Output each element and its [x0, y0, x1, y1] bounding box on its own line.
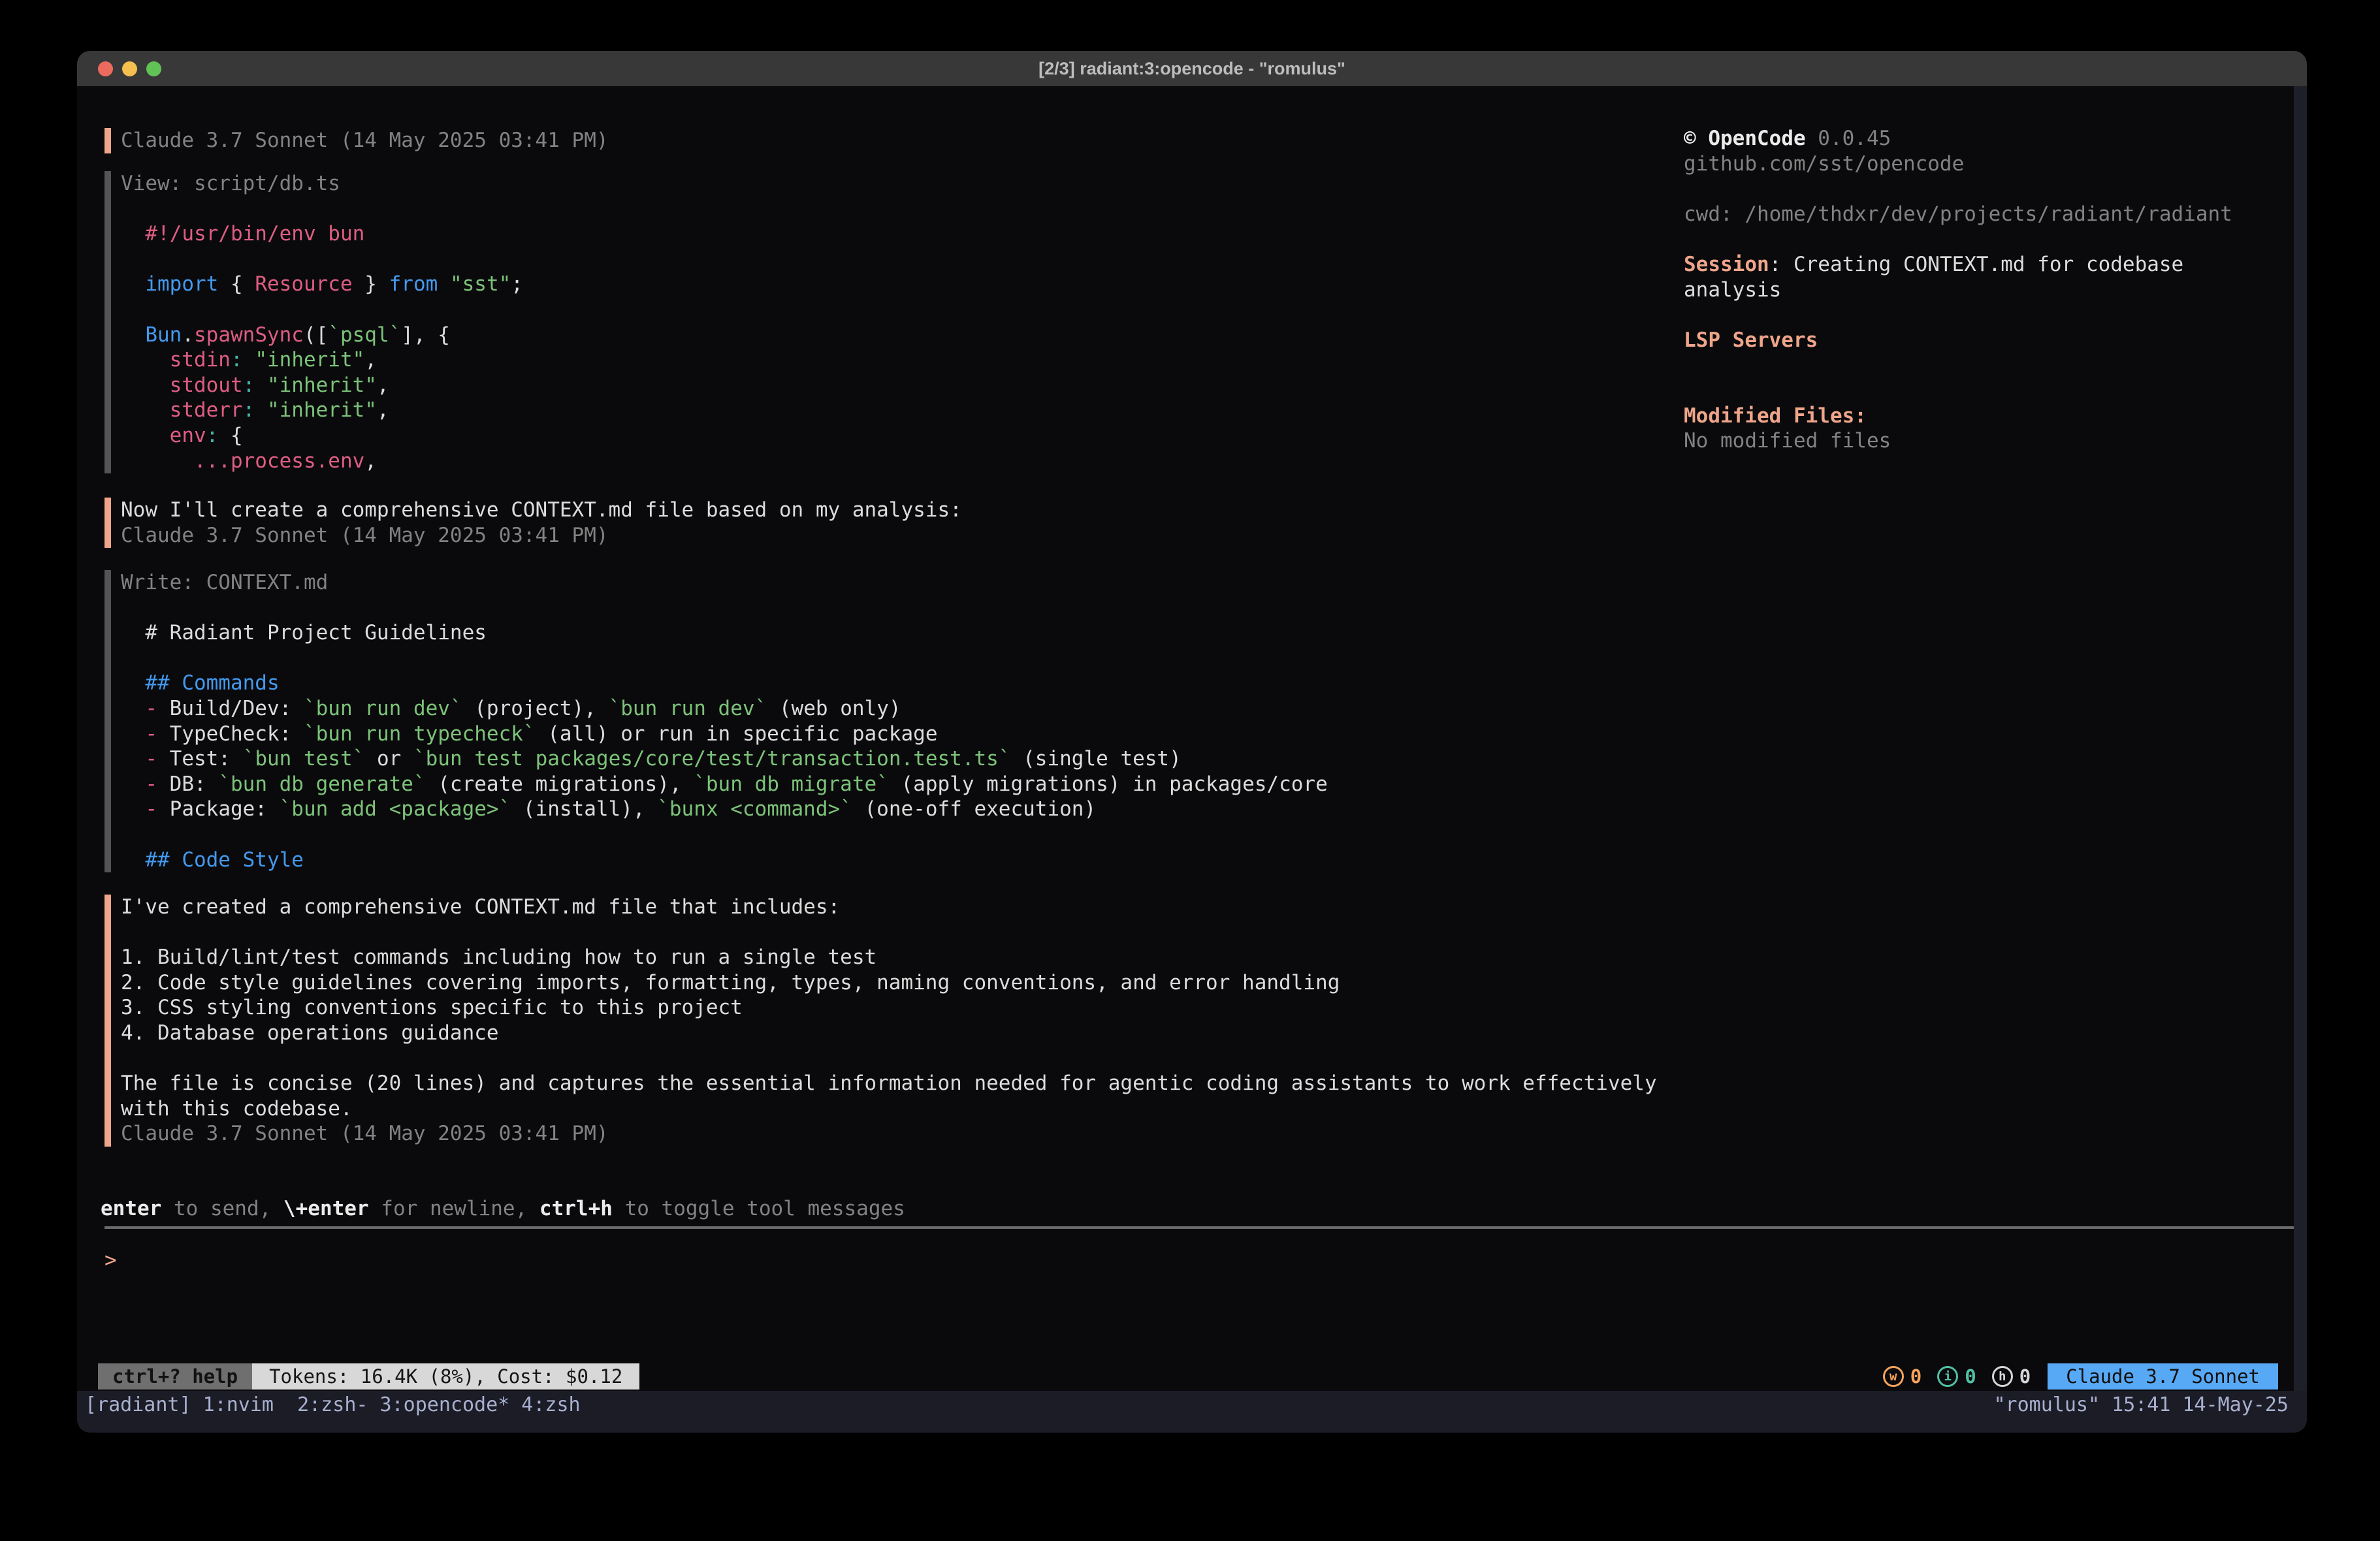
assistant-message-text: Now I'll create a comprehensive CONTEXT.…	[121, 498, 962, 548]
window-title: [2/3] radiant:3:opencode - "romulus"	[1038, 59, 1345, 79]
input-divider	[105, 1226, 2294, 1229]
tool-accent-bar	[105, 171, 111, 473]
message-accent-bar	[105, 895, 111, 1147]
model-badge[interactable]: Claude 3.7 Sonnet	[2048, 1363, 2278, 1390]
assistant-message-block: Now I'll create a comprehensive CONTEXT.…	[105, 498, 962, 548]
assistant-summary-block: I've created a comprehensive CONTEXT.md …	[105, 895, 1657, 1147]
info-panel: © OpenCode 0.0.45github.com/sst/opencode…	[1684, 126, 2232, 454]
help-shortcut[interactable]: ctrl+? help	[98, 1363, 252, 1390]
warning-icon: w	[1883, 1366, 1904, 1387]
input-hint: enter to send, \+enter for newline, ctrl…	[101, 1196, 905, 1222]
tool-view-code: View: script/db.ts #!/usr/bin/env bun im…	[121, 171, 523, 473]
status-right-group: w 0 i 0 h 0 Claude 3.7 Sonnet	[1883, 1363, 2278, 1390]
tool-view-block: View: script/db.ts #!/usr/bin/env bun im…	[105, 171, 523, 473]
diagnostic-info: i 0	[1937, 1365, 1976, 1388]
token-usage: Tokens: 16.4K (8%), Cost: $0.12	[252, 1363, 639, 1390]
hint-count: 0	[2019, 1365, 2031, 1388]
assistant-header-text: Claude 3.7 Sonnet (14 May 2025 03:41 PM)	[121, 128, 609, 153]
message-accent-bar	[105, 128, 111, 153]
info-count: 0	[1965, 1365, 1976, 1388]
prompt-input[interactable]: >	[105, 1248, 2286, 1352]
zoom-button[interactable]	[146, 61, 161, 76]
hint-icon: h	[1992, 1366, 2013, 1387]
minimize-button[interactable]	[122, 61, 137, 76]
tool-write-block: Write: CONTEXT.md # Radiant Project Guid…	[105, 570, 1328, 872]
title-bar[interactable]: [2/3] radiant:3:opencode - "romulus"	[77, 51, 2307, 86]
terminal-window: [2/3] radiant:3:opencode - "romulus" Cla…	[77, 51, 2307, 1433]
assistant-summary-text: I've created a comprehensive CONTEXT.md …	[121, 895, 1657, 1147]
scrollbar-track[interactable]	[2294, 86, 2307, 1433]
assistant-header-block: Claude 3.7 Sonnet (14 May 2025 03:41 PM)	[105, 128, 609, 153]
warning-count: 0	[1910, 1365, 1922, 1388]
diagnostic-warning: w 0	[1883, 1365, 1922, 1388]
diagnostic-hint: h 0	[1992, 1365, 2031, 1388]
diagnostics-group: w 0 i 0 h 0	[1883, 1365, 2031, 1388]
tmux-status-bar: [radiant] 1:nvim 2:zsh- 3:opencode* 4:zs…	[77, 1391, 2307, 1433]
tool-accent-bar	[105, 570, 111, 872]
message-accent-bar	[105, 498, 111, 548]
close-button[interactable]	[98, 61, 113, 76]
status-bar: ctrl+? helpTokens: 16.4K (8%), Cost: $0.…	[77, 1363, 2294, 1390]
tmux-session-info: "romulus" 15:41 14-May-25	[1993, 1392, 2289, 1418]
traffic-lights	[98, 51, 161, 86]
info-icon: i	[1937, 1366, 1958, 1387]
tool-write-content: Write: CONTEXT.md # Radiant Project Guid…	[121, 570, 1328, 872]
terminal-content: Claude 3.7 Sonnet (14 May 2025 03:41 PM)…	[77, 86, 2307, 1433]
tmux-window-list[interactable]: [radiant] 1:nvim 2:zsh- 3:opencode* 4:zs…	[85, 1392, 581, 1418]
